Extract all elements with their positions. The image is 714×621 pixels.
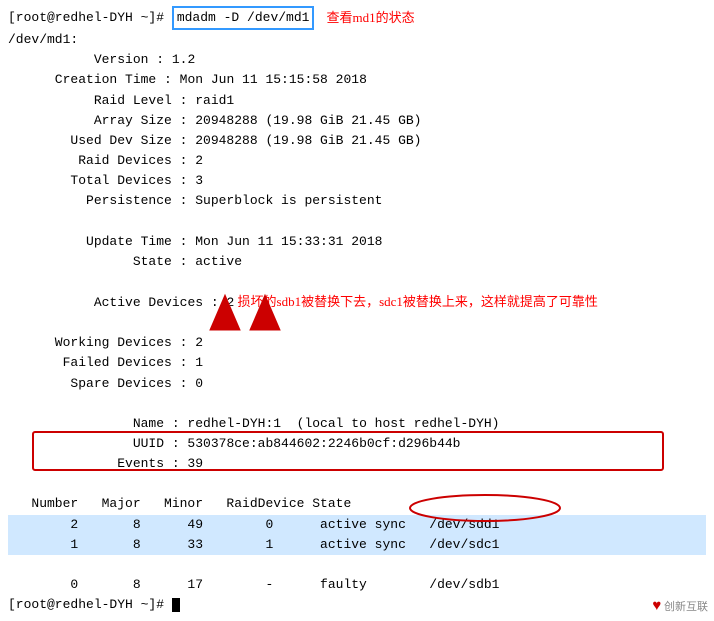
events-line: Events : 39 bbox=[8, 454, 706, 474]
prompt-line-2: [root@redhel-DYH ~]# bbox=[8, 595, 706, 615]
table-row-2: 1 8 33 1 active sync /dev/sdc1 bbox=[8, 535, 706, 555]
used-dev-line: Used Dev Size : 20948288 (19.98 GiB 21.4… bbox=[8, 131, 706, 151]
array-size-line: Array Size : 20948288 (19.98 GiB 21.45 G… bbox=[8, 111, 706, 131]
total-devices-line: Total Devices : 3 bbox=[8, 171, 706, 191]
uuid-line: UUID : 530378ce:ab844602:2246b0cf:d296b4… bbox=[8, 434, 706, 454]
cursor bbox=[172, 598, 180, 612]
command-box: mdadm -D /dev/md1 bbox=[172, 6, 315, 30]
table-row-3: 0 8 17 - faulty /dev/sdb1 bbox=[8, 575, 706, 595]
watermark: ♥ 创新互联 bbox=[652, 598, 708, 615]
state-line: State : active bbox=[8, 252, 706, 272]
prompt-text-2: [root@redhel-DYH ~]# bbox=[8, 595, 172, 615]
prompt-text: [root@redhel-DYH ~]# bbox=[8, 8, 172, 28]
failed-devices-line: Failed Devices : 1 bbox=[8, 353, 706, 373]
spare-devices-line: Spare Devices : 0 bbox=[8, 374, 706, 394]
device-path: /dev/md1: bbox=[8, 30, 706, 50]
name-line: Name : redhel-DYH:1 (local to host redhe… bbox=[8, 414, 706, 434]
blank-line-3 bbox=[8, 474, 706, 494]
raid-devices-line: Raid Devices : 2 bbox=[8, 151, 706, 171]
persistence-line: Persistence : Superblock is persistent bbox=[8, 191, 706, 211]
working-devices-line: Working Devices : 2 bbox=[8, 333, 706, 353]
annotation-1: 查看md1的状态 bbox=[326, 8, 414, 28]
creation-time-line: Creation Time : Mon Jun 11 15:15:58 2018 bbox=[8, 70, 706, 90]
table-row-1: 2 8 49 0 active sync /dev/sdd1 bbox=[8, 515, 706, 535]
raid-level-line: Raid Level : raid1 bbox=[8, 91, 706, 111]
version-line: Version : 1.2 bbox=[8, 50, 706, 70]
table-header: Number Major Minor RaidDevice State bbox=[8, 494, 706, 514]
update-time-line: Update Time : Mon Jun 11 15:33:31 2018 bbox=[8, 232, 706, 252]
blank-line-1 bbox=[8, 211, 706, 231]
prompt-line-1: [root@redhel-DYH ~]# mdadm -D /dev/md1 查看… bbox=[8, 6, 706, 30]
blank-line-4 bbox=[8, 555, 706, 575]
blank-line-2 bbox=[8, 394, 706, 414]
active-devices-line: Active Devices : 2 损坏的sdb1被替换下去，sdc1被替换上… bbox=[8, 272, 706, 333]
annotation-2: 损坏的sdb1被替换下去，sdc1被替换上来，这样就提高了可靠性 bbox=[234, 294, 598, 309]
